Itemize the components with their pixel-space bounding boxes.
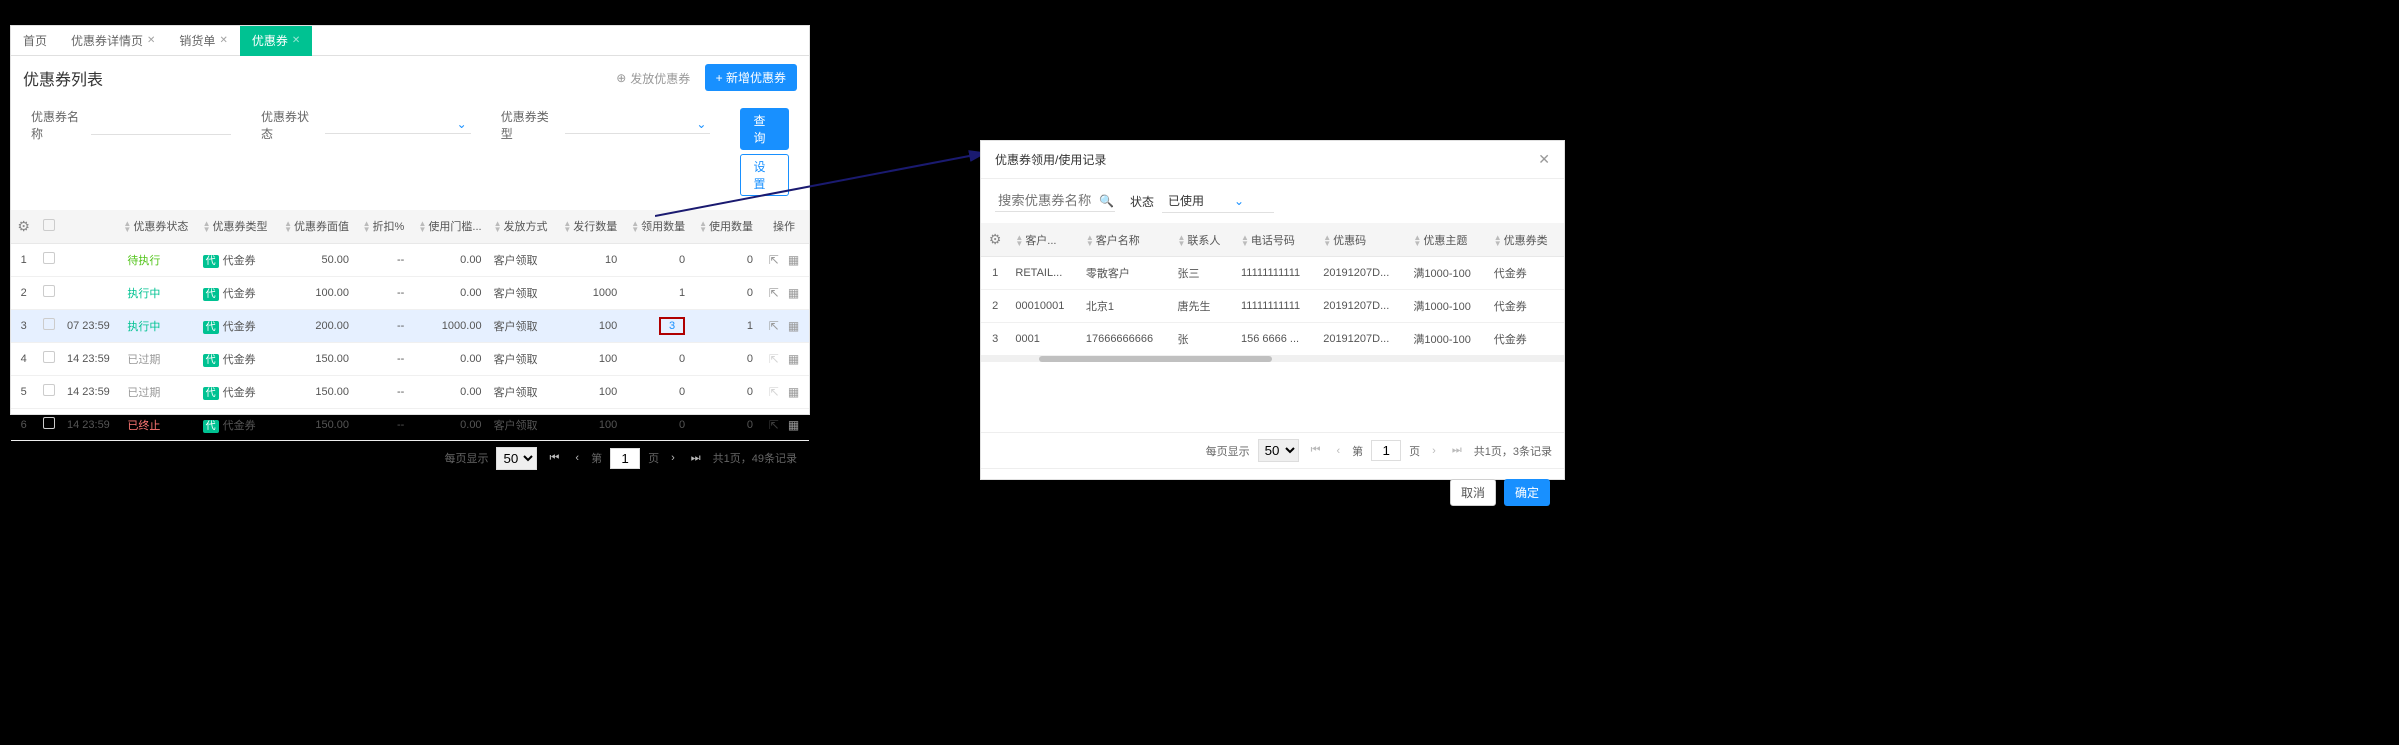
status-badge: 待执行 [123,254,164,268]
row-checkbox[interactable] [43,285,55,297]
claim-count-link[interactable]: 3 [659,317,685,335]
usage-record-table: ⚙ ▲▼客户... ▲▼客户名称 ▲▼联系人 ▲▼电话号码 ▲▼优惠码 ▲▼优惠… [981,223,1564,356]
prev-page-icon[interactable]: ‹ [1333,445,1345,457]
table-row[interactable]: 3 07 23:59 执行中 代代金券 200.00 -- 1000.00 客户… [11,309,809,342]
page-size-select[interactable]: 50 [1258,439,1299,462]
close-icon[interactable]: ✕ [219,35,227,46]
status-badge: 已终止 [123,419,164,433]
next-page-icon[interactable]: › [667,452,679,464]
voucher-type-icon: 代 [203,288,219,301]
next-page-icon[interactable]: › [1428,445,1440,457]
coupon-table: ⚙ ▲▼优惠券状态 ▲▼优惠券类型 ▲▼优惠券面值 ▲▼折扣% ▲▼使用门槛..… [11,210,809,440]
close-icon[interactable]: ✕ [292,35,300,46]
chevron-down-icon: ⌄ [1234,194,1244,208]
coupon-table-wrap: ⚙ ▲▼优惠券状态 ▲▼优惠券类型 ▲▼优惠券面值 ▲▼折扣% ▲▼使用门槛..… [11,210,809,440]
pager-summary: 共1页，49条记录 [713,450,797,466]
table-row[interactable]: 5 14 23:59 已过期 代代金券 150.00 -- 0.00 客户领取 … [11,375,809,408]
share-icon[interactable]: ⇱ [769,253,779,267]
select-all-checkbox[interactable] [43,219,55,231]
page-number-input[interactable] [1371,440,1401,461]
chevron-down-icon: ⌄ [696,117,706,131]
status-badge: 执行中 [123,320,164,334]
qrcode-icon[interactable]: ▦ [788,418,799,432]
confirm-button[interactable]: 确定 [1504,479,1550,506]
pager: 每页显示 50 ⏮ ‹ 第 页 › ⏭ 共1页，49条记录 [11,440,809,476]
share-icon: ⇱ [769,418,779,432]
modal-status-label: 状态 [1130,193,1154,210]
table-row[interactable]: 2 00010001北京1唐先生 1111111111120191207D...… [981,290,1564,323]
share-icon: ⇱ [769,352,779,366]
close-icon[interactable]: ✕ [147,35,155,46]
add-coupon-button[interactable]: + 新增优惠券 [705,64,797,91]
modal-pager: 每页显示 50 ⏮ ‹ 第 页 › ⏭ 共1页，3条记录 [981,432,1564,468]
share-icon: ⇱ [769,385,779,399]
tab-bar: 首页优惠券详情页✕销货单✕优惠券✕ [11,26,809,56]
tab-优惠券详情页[interactable]: 优惠券详情页✕ [59,26,167,56]
filter-bar: 优惠券名称 优惠券状态 ⌄ 优惠券类型 ⌄ 查询 设置 [11,100,809,210]
voucher-type-icon: 代 [203,354,219,367]
status-badge: 已过期 [123,353,164,367]
settings-button[interactable]: 设置 [740,154,789,196]
filter-status-select[interactable]: ⌄ [325,115,471,134]
title-bar: 优惠券列表 ⊕ 发放优惠券 + 新增优惠券 [11,56,809,100]
row-checkbox[interactable] [43,351,55,363]
qrcode-icon[interactable]: ▦ [788,385,799,399]
table-row[interactable]: 1 待执行 代代金券 50.00 -- 0.00 客户领取 10 0 0 ⇱ ▦ [11,243,809,276]
table-row[interactable]: 1 RETAIL...零散客户张三 1111111111120191207D..… [981,257,1564,290]
filter-type-select[interactable]: ⌄ [565,115,711,134]
filter-name-input[interactable] [91,115,231,135]
page-size-select[interactable]: 50 [496,447,537,470]
tab-首页[interactable]: 首页 [11,26,59,56]
row-checkbox[interactable] [43,252,55,264]
gear-icon[interactable]: ⚙ [17,218,30,234]
tab-销货单[interactable]: 销货单✕ [167,26,239,56]
voucher-type-icon: 代 [203,420,219,433]
page-title: 优惠券列表 [23,66,103,90]
share-icon[interactable]: ⇱ [769,286,779,300]
table-row[interactable]: 4 14 23:59 已过期 代代金券 150.00 -- 0.00 客户领取 … [11,342,809,375]
qrcode-icon[interactable]: ▦ [788,286,799,300]
horizontal-scrollbar[interactable] [981,356,1564,362]
cancel-button[interactable]: 取消 [1450,479,1496,506]
filter-status-label: 优惠券状态 [261,108,319,142]
usage-record-modal: 优惠券领用/使用记录 ✕ 🔍 状态 已使用 ⌄ ⚙ ▲▼客户... ▲▼客户名称… [980,140,1565,480]
row-checkbox[interactable] [43,417,55,429]
close-icon[interactable]: ✕ [1538,151,1550,168]
prev-page-icon[interactable]: ‹ [571,452,583,464]
qrcode-icon[interactable]: ▦ [788,253,799,267]
share-icon[interactable]: ⇱ [769,319,779,333]
chevron-down-icon: ⌄ [457,117,467,131]
first-page-icon[interactable]: ⏮ [545,452,563,465]
pager-summary: 共1页，3条记录 [1474,443,1552,459]
modal-status-select[interactable]: 已使用 ⌄ [1162,189,1274,213]
distribute-coupon-button[interactable]: ⊕ 发放优惠券 [605,65,701,92]
coupon-list-panel: 首页优惠券详情页✕销货单✕优惠券✕ 优惠券列表 ⊕ 发放优惠券 + 新增优惠券 … [10,25,810,415]
table-row[interactable]: 3 000117666666666张 156 6666 ...20191207D… [981,323,1564,356]
modal-title: 优惠券领用/使用记录 [995,151,1106,168]
voucher-type-icon: 代 [203,255,219,268]
coupon-search-input[interactable] [995,190,1115,212]
last-page-icon[interactable]: ⏭ [687,452,705,465]
row-checkbox[interactable] [43,384,55,396]
table-row[interactable]: 2 执行中 代代金券 100.00 -- 0.00 客户领取 1000 1 0 … [11,276,809,309]
table-row[interactable]: 6 14 23:59 已终止 代代金券 150.00 -- 0.00 客户领取 … [11,408,809,440]
status-badge: 执行中 [123,287,164,301]
qrcode-icon[interactable]: ▦ [788,352,799,366]
status-badge: 已过期 [123,386,164,400]
filter-name-label: 优惠券名称 [31,108,85,142]
search-icon[interactable]: 🔍 [1099,194,1114,208]
gear-icon[interactable]: ⚙ [989,231,1002,247]
voucher-type-icon: 代 [203,321,219,334]
voucher-type-icon: 代 [203,387,219,400]
query-button[interactable]: 查询 [740,108,789,150]
tab-优惠券[interactable]: 优惠券✕ [240,26,312,56]
first-page-icon[interactable]: ⏮ [1307,444,1325,457]
last-page-icon[interactable]: ⏭ [1448,444,1466,457]
page-number-input[interactable] [610,448,640,469]
row-checkbox[interactable] [43,318,55,330]
qrcode-icon[interactable]: ▦ [788,319,799,333]
filter-type-label: 优惠券类型 [501,108,559,142]
